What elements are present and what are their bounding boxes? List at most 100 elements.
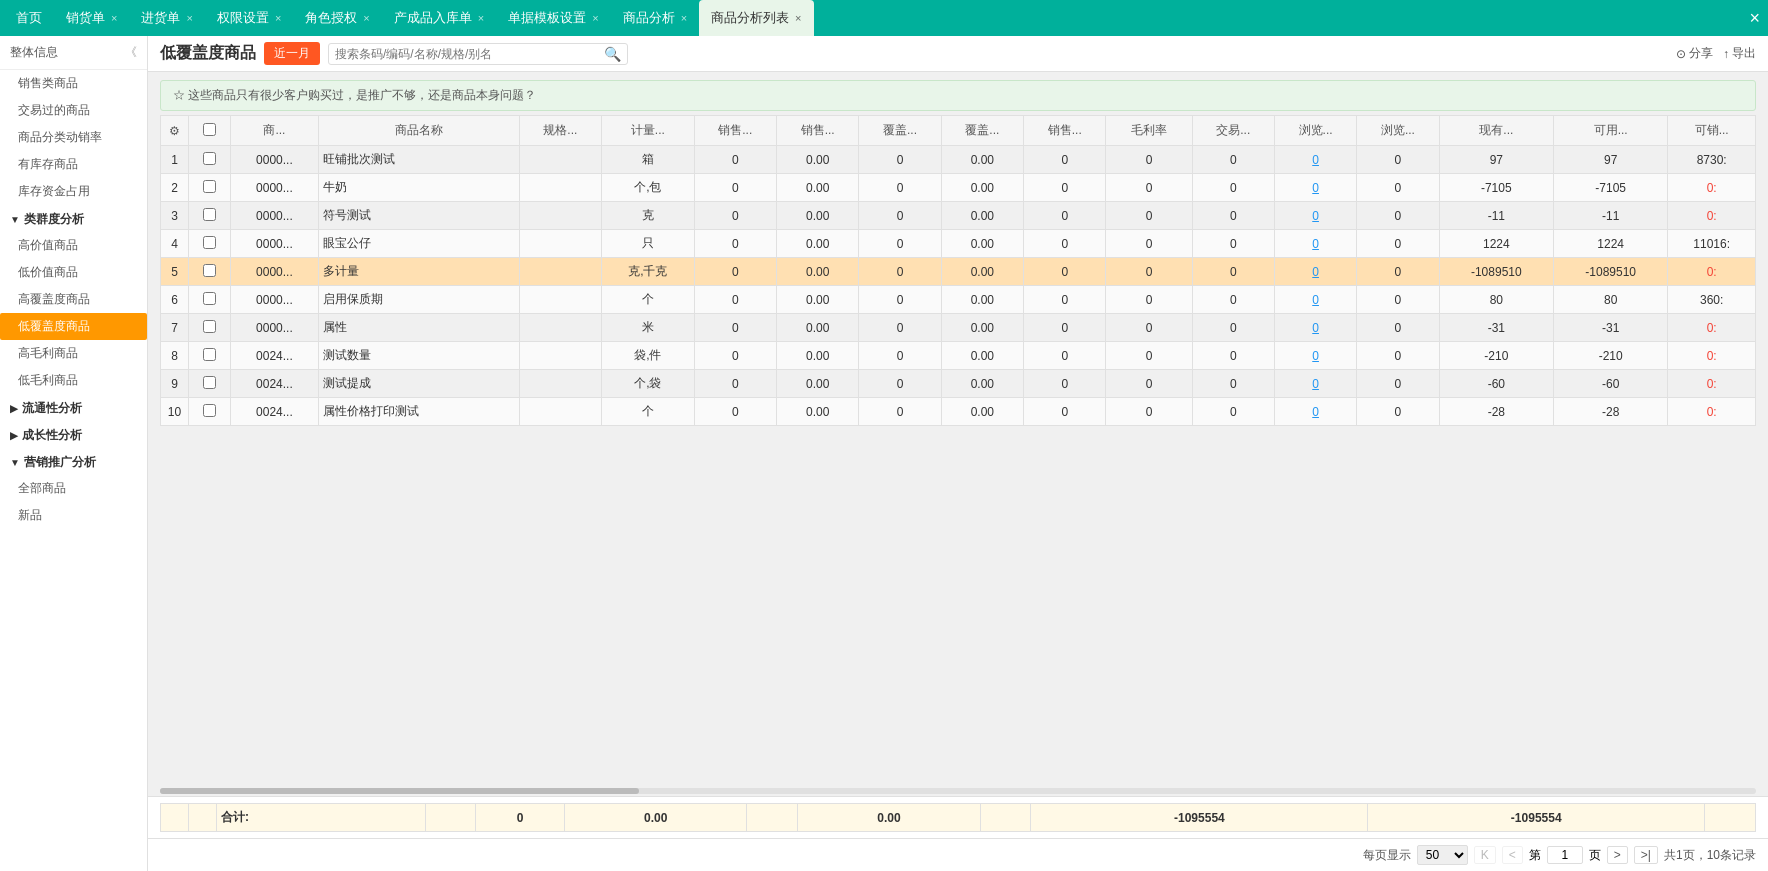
sidebar-item-low-profit[interactable]: 低毛利商品: [0, 367, 147, 394]
transaction-column-header[interactable]: 交易...: [1192, 116, 1274, 146]
row-browse1[interactable]: 0: [1274, 370, 1356, 398]
share-button[interactable]: ⊙ 分享: [1676, 45, 1713, 62]
sales-amount-column-header[interactable]: 销售...: [776, 116, 858, 146]
nav-tab-products[interactable]: 产成品入库单 ×: [382, 0, 496, 36]
sidebar-item-sales-goods[interactable]: 销售类商品: [0, 70, 147, 97]
row-browse1[interactable]: 0: [1274, 398, 1356, 426]
row-checkbox[interactable]: [189, 398, 231, 426]
close-icon[interactable]: ×: [592, 12, 598, 24]
row-checkbox[interactable]: [189, 342, 231, 370]
sidebar-group-growth[interactable]: ▶ 成长性分析: [0, 421, 147, 448]
sidebar-item-all-goods[interactable]: 全部商品: [0, 475, 147, 502]
row-unit: 个: [602, 398, 695, 426]
row-name: 多计量: [318, 258, 519, 286]
sidebar-item-new-goods[interactable]: 新品: [0, 502, 147, 529]
row-sellable: 11016:: [1668, 230, 1756, 258]
close-icon[interactable]: ×: [111, 12, 117, 24]
unit-column-header[interactable]: 计量...: [602, 116, 695, 146]
row-checkbox[interactable]: [189, 230, 231, 258]
row-checkbox[interactable]: [189, 286, 231, 314]
close-icon[interactable]: ×: [478, 12, 484, 24]
row-code: 0024...: [231, 342, 319, 370]
nav-tab-permissions[interactable]: 权限设置 ×: [205, 0, 293, 36]
sidebar-item-low-value[interactable]: 低价值商品: [0, 259, 147, 286]
prev-page-button[interactable]: <: [1502, 846, 1523, 864]
nav-tab-analysis-list[interactable]: 商品分析列表 ×: [699, 0, 813, 36]
close-icon[interactable]: ×: [186, 12, 192, 24]
export-button[interactable]: ↑ 导出: [1723, 45, 1756, 62]
table-row: 1 0000... 旺铺批次测试 箱 0 0.00 0 0.00 0 0 0 0…: [161, 146, 1756, 174]
time-filter-button[interactable]: 近一月: [264, 42, 320, 65]
nav-tab-analysis[interactable]: 商品分析 ×: [611, 0, 699, 36]
row-browse1[interactable]: 0: [1274, 314, 1356, 342]
nav-tab-home[interactable]: 首页: [4, 0, 54, 36]
last-page-button[interactable]: >|: [1634, 846, 1658, 864]
next-page-button[interactable]: >: [1607, 846, 1628, 864]
sidebar-item-sales-rate[interactable]: 商品分类动销率: [0, 124, 147, 151]
row-checkbox[interactable]: [189, 174, 231, 202]
nav-tab-purchase[interactable]: 进货单 ×: [129, 0, 204, 36]
row-cov1: 0: [859, 230, 941, 258]
row-browse1[interactable]: 0: [1274, 146, 1356, 174]
page-number-input[interactable]: [1547, 846, 1583, 864]
row-browse1[interactable]: 0: [1274, 286, 1356, 314]
sidebar-item-low-coverage[interactable]: 低覆盖度商品: [0, 313, 147, 340]
sidebar-item-high-coverage[interactable]: 高覆盖度商品: [0, 286, 147, 313]
name-column-header[interactable]: 商品名称: [318, 116, 519, 146]
available-column-header[interactable]: 可用...: [1553, 116, 1667, 146]
sidebar-group-marketing[interactable]: ▼ 营销推广分析: [0, 448, 147, 475]
row-cov2: 0.00: [941, 174, 1023, 202]
coverage2-column-header[interactable]: 覆盖...: [941, 116, 1023, 146]
row-available: -7105: [1553, 174, 1667, 202]
row-no: 8: [161, 342, 189, 370]
settings-column-header[interactable]: ⚙: [161, 116, 189, 146]
row-browse1[interactable]: 0: [1274, 258, 1356, 286]
sidebar-item-high-profit[interactable]: 高毛利商品: [0, 340, 147, 367]
nav-tab-role[interactable]: 角色授权 ×: [293, 0, 381, 36]
row-browse1[interactable]: 0: [1274, 174, 1356, 202]
nav-tab-sales[interactable]: 销货单 ×: [54, 0, 129, 36]
close-icon[interactable]: ×: [681, 12, 687, 24]
close-icon[interactable]: ×: [795, 12, 801, 24]
row-spec: [519, 230, 601, 258]
search-input[interactable]: [335, 47, 604, 61]
row-browse1[interactable]: 0: [1274, 342, 1356, 370]
row-sales-other: 0: [1024, 286, 1106, 314]
close-all-button[interactable]: ×: [1749, 9, 1760, 27]
first-page-button[interactable]: K: [1474, 846, 1496, 864]
sidebar-item-capital-occupy[interactable]: 库存资金占用: [0, 178, 147, 205]
horizontal-scrollbar[interactable]: [148, 786, 1768, 796]
sellable-column-header[interactable]: 可销...: [1668, 116, 1756, 146]
browse2-column-header[interactable]: 浏览...: [1357, 116, 1439, 146]
sidebar-group-circulation[interactable]: ▶ 流通性分析: [0, 394, 147, 421]
row-checkbox[interactable]: [189, 258, 231, 286]
sidebar-item-traded-goods[interactable]: 交易过的商品: [0, 97, 147, 124]
row-checkbox[interactable]: [189, 370, 231, 398]
coverage1-column-header[interactable]: 覆盖...: [859, 116, 941, 146]
sidebar-group-quality[interactable]: ▼ 类群度分析: [0, 205, 147, 232]
close-icon[interactable]: ×: [275, 12, 281, 24]
row-checkbox[interactable]: [189, 146, 231, 174]
per-page-select[interactable]: 50 100 200: [1417, 845, 1468, 865]
row-browse1[interactable]: 0: [1274, 230, 1356, 258]
browse1-column-header[interactable]: 浏览...: [1274, 116, 1356, 146]
sales-other-column-header[interactable]: 销售...: [1024, 116, 1106, 146]
row-checkbox[interactable]: [189, 314, 231, 342]
scrollbar-thumb[interactable]: [160, 788, 639, 794]
close-icon[interactable]: ×: [363, 12, 369, 24]
sidebar-item-high-value[interactable]: 高价值商品: [0, 232, 147, 259]
checkbox-column-header[interactable]: [189, 116, 231, 146]
nav-tab-template[interactable]: 单据模板设置 ×: [496, 0, 610, 36]
sidebar-item-has-stock[interactable]: 有库存商品: [0, 151, 147, 178]
row-checkbox[interactable]: [189, 202, 231, 230]
spec-column-header[interactable]: 规格...: [519, 116, 601, 146]
select-all-checkbox[interactable]: [203, 123, 216, 136]
share-icon: ⊙: [1676, 47, 1686, 61]
gross-rate-column-header[interactable]: 毛利率: [1106, 116, 1192, 146]
row-browse1[interactable]: 0: [1274, 202, 1356, 230]
table-area[interactable]: ⚙ 商... 商品名称 规格... 计量... 销售... 销售... 覆盖..…: [148, 115, 1768, 786]
code-column-header[interactable]: 商...: [231, 116, 319, 146]
sales-count-column-header[interactable]: 销售...: [694, 116, 776, 146]
current-column-header[interactable]: 现有...: [1439, 116, 1553, 146]
sidebar-collapse-icon[interactable]: 《: [125, 44, 137, 61]
